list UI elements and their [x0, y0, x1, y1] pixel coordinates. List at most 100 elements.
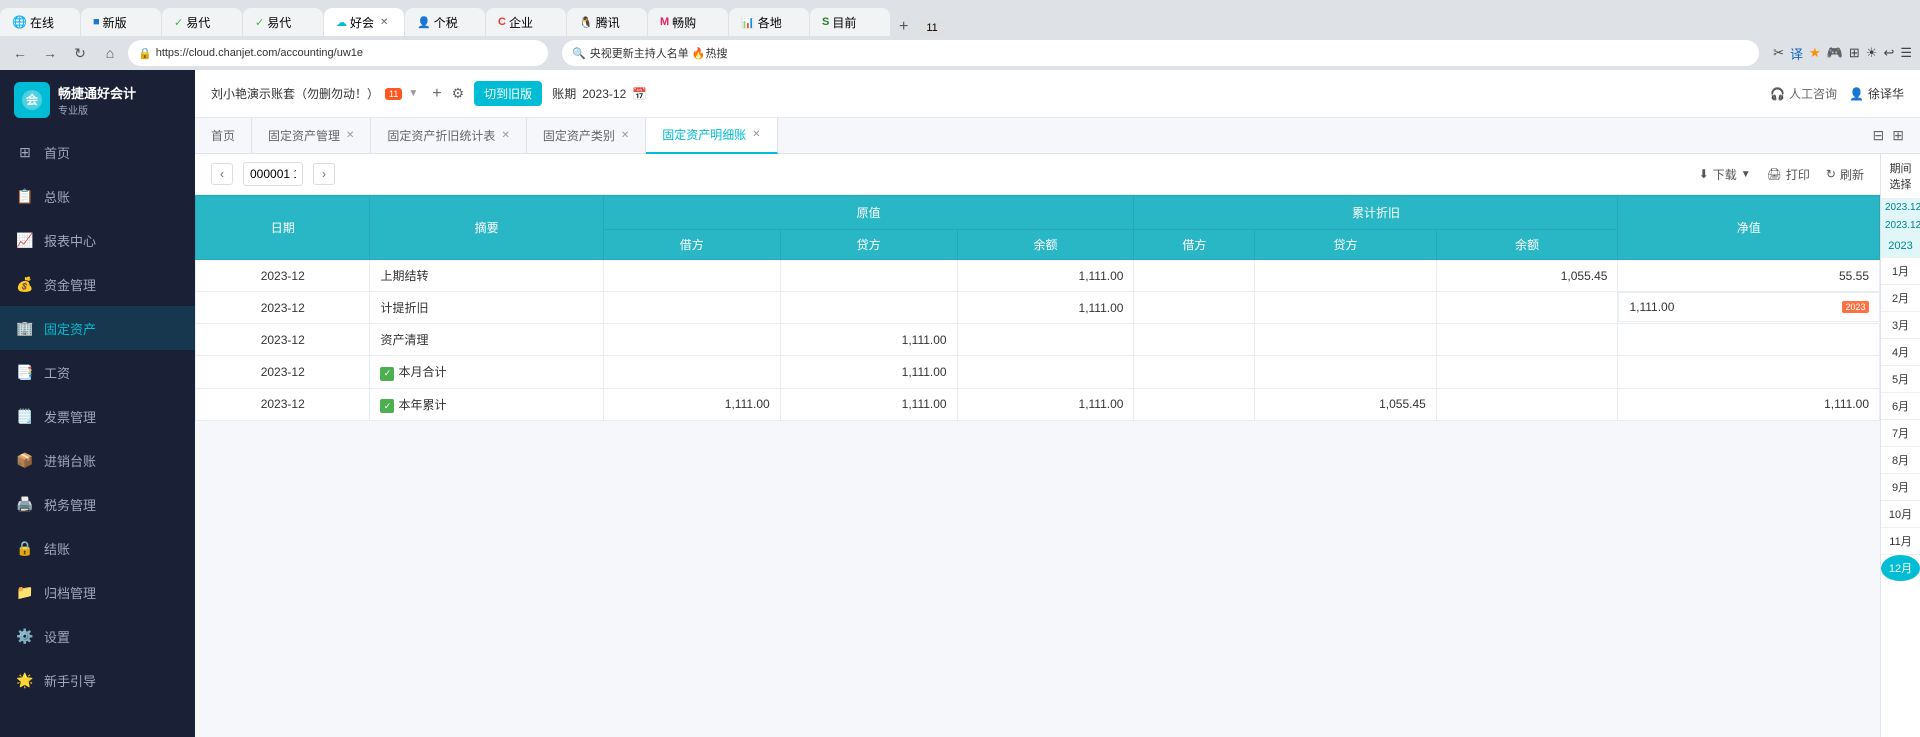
period-month-3[interactable]: 3月: [1881, 312, 1920, 339]
sidebar-item-guide[interactable]: 🌟 新手引导: [0, 658, 195, 702]
edit-period-icon[interactable]: 📅: [632, 87, 647, 101]
tab-fixed-asset-mgmt-close[interactable]: ✕: [346, 130, 354, 141]
refresh-btn-toolbar[interactable]: ↻ 刷新: [1826, 166, 1864, 183]
sidebar-item-period-close[interactable]: 🔒 结账: [0, 526, 195, 570]
col-header-date: 日期: [196, 196, 370, 260]
prev-page-btn[interactable]: ‹: [211, 163, 233, 185]
grid-icon[interactable]: ⊞: [1849, 45, 1860, 61]
row4-y-balance: [957, 356, 1134, 389]
help-btn[interactable]: 🎧 人工咨询: [1770, 85, 1837, 102]
period-month-12[interactable]: 12月: [1881, 555, 1920, 582]
row5-y-debit: 1,111.00: [603, 388, 780, 421]
forward-btn[interactable]: →: [38, 41, 62, 65]
back-btn[interactable]: ←: [8, 41, 32, 65]
sidebar-item-payroll[interactable]: 📑 工资: [0, 350, 195, 394]
archive-icon: 📁: [16, 583, 34, 601]
sidebar: 会 畅捷通好会计 专业版 ⊞ 首页 📋 总账 📈 报表中心 💰 资金管理: [0, 70, 195, 737]
page-input-box: [243, 162, 303, 186]
sidebar-logo: 会 畅捷通好会计 专业版: [0, 70, 195, 130]
user-count-badge[interactable]: 11: [385, 88, 402, 100]
browser-tab-online[interactable]: 🌐在线: [0, 8, 80, 36]
next-page-btn[interactable]: ›: [313, 163, 335, 185]
row5-desc: ✓本年累计: [370, 388, 603, 421]
url-box[interactable]: 🔒 https://cloud.chanjet.com/accounting/u…: [128, 40, 548, 66]
expand-icon[interactable]: ⊞: [1892, 127, 1904, 144]
period-info: 账期 2023-12 📅: [552, 85, 647, 102]
game-icon[interactable]: 🎮: [1827, 45, 1843, 61]
period-year-2023[interactable]: 2023: [1881, 235, 1920, 258]
sidebar-item-home[interactable]: ⊞ 首页: [0, 130, 195, 174]
green-tag-row4: ✓: [380, 367, 394, 381]
browser-tab-gedi[interactable]: 📊各地: [729, 8, 809, 36]
period-month-5[interactable]: 5月: [1881, 366, 1920, 393]
period-month-7[interactable]: 7月: [1881, 420, 1920, 447]
period-selected-start[interactable]: 2023.12: [1881, 199, 1920, 217]
browser-tab-qiye[interactable]: C企业: [486, 8, 566, 36]
row1-l-debit: [1134, 260, 1255, 292]
tab-fixed-asset-category[interactable]: 固定资产类别 ✕: [527, 118, 646, 154]
minimize-icon[interactable]: ⊟: [1873, 127, 1885, 144]
sidebar-item-settings[interactable]: ⚙️ 设置: [0, 614, 195, 658]
menu-icon[interactable]: ☰: [1900, 45, 1912, 61]
tab-fixed-asset-detail-close[interactable]: ✕: [752, 129, 760, 140]
period-month-1[interactable]: 1月: [1881, 258, 1920, 285]
download-btn[interactable]: ⬇ 下载 ▼: [1699, 166, 1751, 183]
new-tab-btn[interactable]: +: [891, 18, 916, 36]
tab-fixed-asset-category-close[interactable]: ✕: [621, 130, 629, 141]
sidebar-item-invoice[interactable]: 🗒️ 发票管理: [0, 394, 195, 438]
print-btn[interactable]: 🖨 打印: [1767, 166, 1810, 183]
browser-tab-geshui[interactable]: 👤个税: [405, 8, 485, 36]
sidebar-item-reports[interactable]: 📈 报表中心: [0, 218, 195, 262]
download-arrow-icon: ▼: [1741, 169, 1751, 180]
period-month-6[interactable]: 6月: [1881, 393, 1920, 420]
browser-tab-yidai1[interactable]: ✓易代: [162, 8, 242, 36]
refresh-btn[interactable]: ↻: [68, 41, 92, 65]
sidebar-item-inventory[interactable]: 📦 进销台账: [0, 438, 195, 482]
tab-fixed-asset-mgmt[interactable]: 固定资产管理 ✕: [252, 118, 371, 154]
period-month-2[interactable]: 2月: [1881, 285, 1920, 312]
tab-fixed-asset-depreciation-close[interactable]: ✕: [501, 130, 509, 141]
browser-tab-new[interactable]: ■新版: [81, 8, 161, 36]
home-btn[interactable]: ⌂: [98, 41, 122, 65]
col-header-leiji-credit: 贷方: [1255, 230, 1437, 260]
col-header-yuanzhi: 原值: [603, 196, 1134, 230]
browser-tab-mubiao[interactable]: S目前: [810, 8, 890, 36]
tab-home[interactable]: 首页: [195, 118, 252, 154]
add-account-btn[interactable]: +: [432, 85, 441, 103]
page-number-input[interactable]: [243, 162, 303, 186]
browser-tab-chang[interactable]: M畅购: [648, 8, 728, 36]
search-box[interactable]: 🔍 央视更新主持人名单 🔥热搜: [562, 40, 1759, 66]
tab-close-haohui[interactable]: ✕: [380, 17, 388, 28]
star-icon[interactable]: ★: [1809, 45, 1821, 61]
sidebar-item-ledger[interactable]: 📋 总账: [0, 174, 195, 218]
sidebar-fixed-assets-label: 固定资产: [44, 319, 96, 338]
user-info[interactable]: 刘小艳演示账套（勿删勿动！） 11 ▼: [211, 85, 418, 102]
browser-tab-yidai2[interactable]: ✓易代: [243, 8, 323, 36]
period-month-10[interactable]: 10月: [1881, 501, 1920, 528]
dropdown-arrow-icon[interactable]: ▼: [408, 88, 418, 99]
tab-fixed-asset-detail[interactable]: 固定资产明细账 ✕: [646, 118, 777, 154]
sidebar-item-fixed-assets[interactable]: 🏢 固定资产: [0, 306, 195, 350]
undo-icon[interactable]: ↩: [1883, 45, 1894, 61]
period-month-11[interactable]: 11月: [1881, 528, 1920, 555]
home-icon: ⊞: [16, 143, 34, 161]
row3-l-debit: [1134, 324, 1255, 356]
settings-icon-topbar[interactable]: ⚙: [452, 85, 465, 102]
sidebar-item-funds[interactable]: 💰 资金管理: [0, 262, 195, 306]
browser-tab-tencent[interactable]: 🐧腾讯: [567, 8, 647, 36]
sidebar-item-tax[interactable]: 🖨️ 税务管理: [0, 482, 195, 526]
period-month-9[interactable]: 9月: [1881, 474, 1920, 501]
period-month-4[interactable]: 4月: [1881, 339, 1920, 366]
col-header-desc: 摘要: [370, 196, 603, 260]
tab-fixed-asset-depreciation-label: 固定资产折旧统计表: [387, 127, 495, 144]
brightness-icon[interactable]: ☀: [1866, 45, 1878, 61]
scissors-icon[interactable]: ✂: [1773, 45, 1784, 61]
sidebar-item-archive[interactable]: 📁 归档管理: [0, 570, 195, 614]
browser-tab-haohui[interactable]: ☁ 好会 ✕: [324, 8, 404, 36]
period-month-8[interactable]: 8月: [1881, 447, 1920, 474]
tab-fixed-asset-depreciation[interactable]: 固定资产折旧统计表 ✕: [371, 118, 526, 154]
translate-icon[interactable]: 译: [1790, 44, 1803, 63]
user-avatar[interactable]: 👤 徐译华: [1849, 85, 1904, 102]
period-selected-end[interactable]: 2023.12: [1881, 217, 1920, 235]
switch-version-btn[interactable]: 切到旧版: [474, 81, 542, 106]
